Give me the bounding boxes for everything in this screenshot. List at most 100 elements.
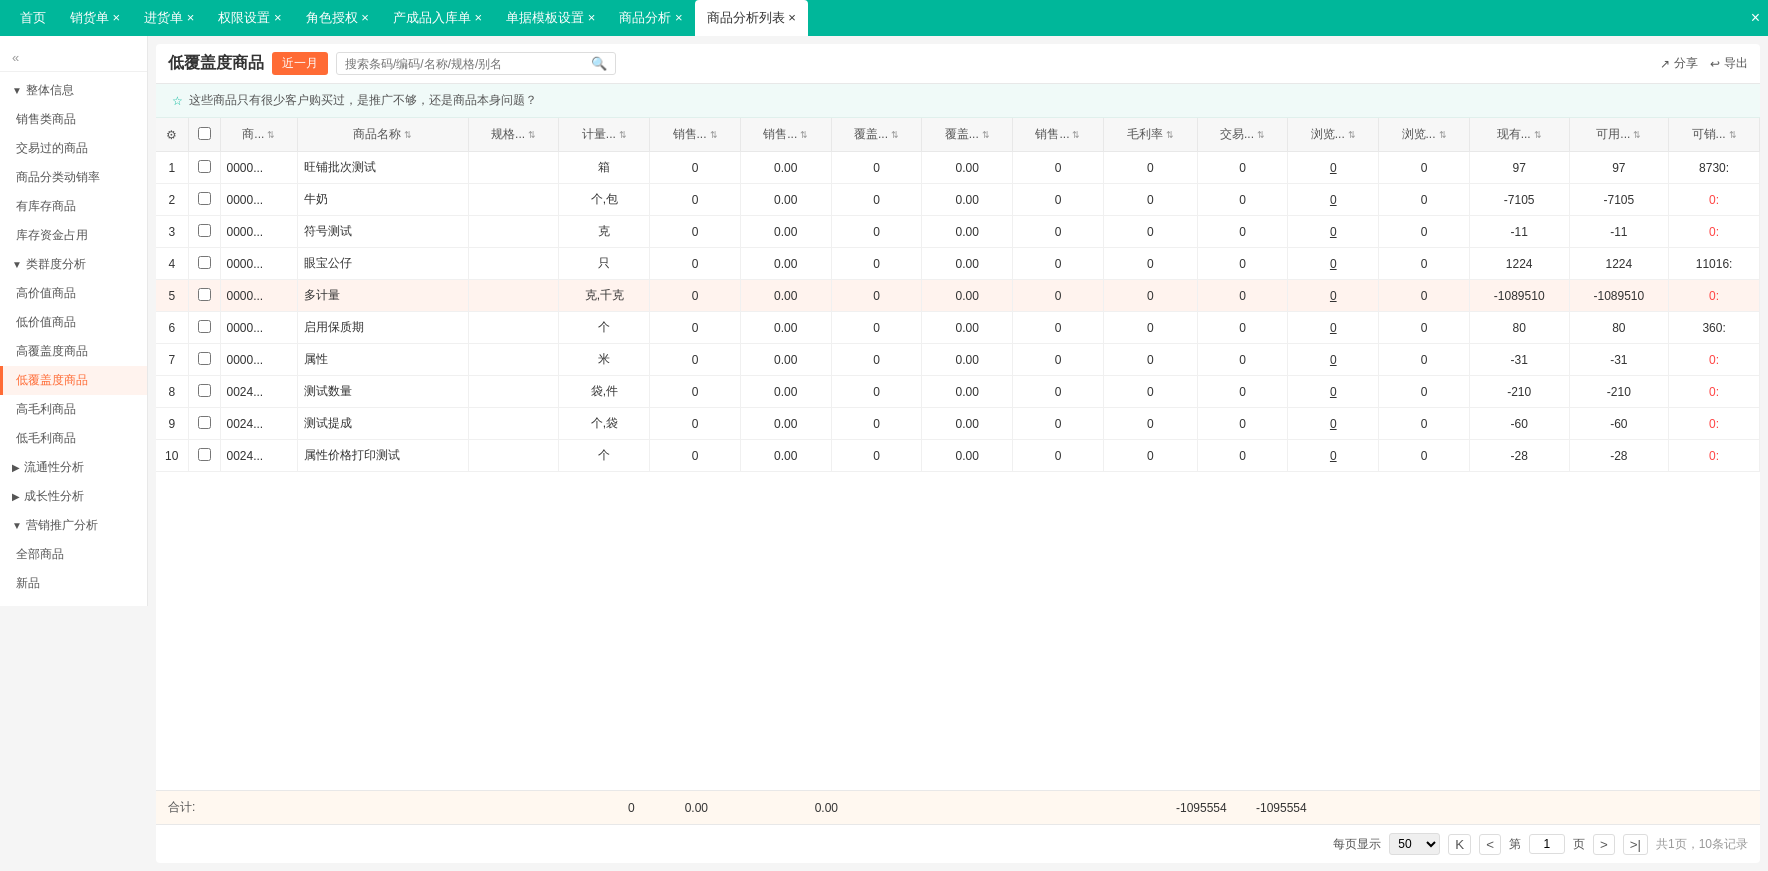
row-browse1[interactable]: 0 [1288,408,1379,440]
per-page-select[interactable]: 50 10 20 100 [1389,833,1440,855]
row-no: 9 [156,408,188,440]
col-available-stock[interactable]: 可用...⇅ [1569,118,1669,152]
close-button[interactable]: × [1751,9,1760,27]
sidebar-section-growth[interactable]: ▶ 成长性分析 [0,482,147,511]
sidebar-section-marketing[interactable]: ▼ 营销推广分析 [0,511,147,540]
sidebar-item-traded-goods[interactable]: 交易过的商品 [0,134,147,163]
row-browse1[interactable]: 0 [1288,440,1379,472]
nav-product-analysis[interactable]: 商品分析 × [607,0,694,36]
nav-product-analysis-list[interactable]: 商品分析列表 × [695,0,808,36]
col-checkbox[interactable] [188,118,220,152]
prev-page-btn[interactable]: < [1479,834,1501,855]
row-checkbox[interactable] [188,152,220,184]
row-checkbox[interactable] [188,248,220,280]
row-checkbox-input[interactable] [198,320,211,333]
nav-home[interactable]: 首页 [8,0,58,36]
sidebar-item-high-coverage[interactable]: 高覆盖度商品 [0,337,147,366]
page-number-input[interactable] [1529,834,1565,854]
row-browse1[interactable]: 0 [1288,312,1379,344]
row-checkbox[interactable] [188,312,220,344]
nav-sales-order[interactable]: 销货单 × [58,0,132,36]
row-checkbox[interactable] [188,376,220,408]
row-checkbox[interactable] [188,280,220,312]
row-available-stock: -11 [1569,216,1669,248]
row-checkbox-input[interactable] [198,256,211,269]
col-unit[interactable]: 计量...⇅ [559,118,650,152]
arrow-icon-4: ▶ [12,491,20,502]
sidebar-item-low-margin[interactable]: 低毛利商品 [0,424,147,453]
row-checkbox[interactable] [188,216,220,248]
col-sales-rate[interactable]: 销售...⇅ [1013,118,1104,152]
sidebar-item-low-coverage[interactable]: 低覆盖度商品 [0,366,147,395]
row-checkbox-input[interactable] [198,192,211,205]
col-coverage1[interactable]: 覆盖...⇅ [831,118,922,152]
select-all-checkbox[interactable] [198,127,211,140]
col-saleable[interactable]: 可销...⇅ [1669,118,1760,152]
row-checkbox-input[interactable] [198,160,211,173]
row-coverage1: 0 [831,312,922,344]
sidebar-item-stock-goods[interactable]: 有库存商品 [0,192,147,221]
sidebar-item-all-goods[interactable]: 全部商品 [0,540,147,569]
row-checkbox-input[interactable] [198,224,211,237]
row-sales-amount: 0.00 [740,216,831,248]
content-header: 低覆盖度商品 近一月 🔍 ↗ 分享 ↩ 导出 [156,44,1760,84]
first-page-btn[interactable]: K [1448,834,1471,855]
row-checkbox-input[interactable] [198,448,211,461]
col-sales-amount[interactable]: 销售...⇅ [740,118,831,152]
sidebar-section-group[interactable]: ▼ 类群度分析 [0,250,147,279]
row-unit: 克,千克 [559,280,650,312]
row-checkbox[interactable] [188,440,220,472]
row-checkbox[interactable] [188,344,220,376]
sidebar-item-high-value[interactable]: 高价值商品 [0,279,147,308]
col-settings[interactable]: ⚙ [156,118,188,152]
row-browse1[interactable]: 0 [1288,248,1379,280]
nav-purchase-order[interactable]: 进货单 × [132,0,206,36]
row-sales-rate: 0 [1013,216,1104,248]
row-checkbox-input[interactable] [198,416,211,429]
sidebar-item-new-goods[interactable]: 新品 [0,569,147,598]
row-browse1[interactable]: 0 [1288,216,1379,248]
col-current-stock[interactable]: 现有...⇅ [1469,118,1569,152]
row-browse1[interactable]: 0 [1288,152,1379,184]
sidebar-item-category-rate[interactable]: 商品分类动销率 [0,163,147,192]
row-browse1[interactable]: 0 [1288,344,1379,376]
col-code[interactable]: 商...⇅ [220,118,298,152]
share-button[interactable]: ↗ 分享 [1660,55,1698,72]
nav-template-setting[interactable]: 单据模板设置 × [494,0,607,36]
col-browse2[interactable]: 浏览...⇅ [1379,118,1470,152]
col-gross-margin[interactable]: 毛利率⇅ [1103,118,1197,152]
nav-role-auth[interactable]: 角色授权 × [294,0,381,36]
sidebar-collapse-btn[interactable]: « [12,50,19,65]
row-checkbox-input[interactable] [198,288,211,301]
sidebar-section-flow[interactable]: ▶ 流通性分析 [0,453,147,482]
col-browse1[interactable]: 浏览...⇅ [1288,118,1379,152]
sidebar-item-high-margin[interactable]: 高毛利商品 [0,395,147,424]
row-browse1[interactable]: 0 [1288,376,1379,408]
nav-permissions[interactable]: 权限设置 × [206,0,293,36]
col-spec[interactable]: 规格...⇅ [468,118,559,152]
sidebar-item-sales-goods[interactable]: 销售类商品 [0,105,147,134]
row-checkbox[interactable] [188,408,220,440]
sidebar-section-overall[interactable]: ▼ 整体信息 [0,76,147,105]
col-sales-count[interactable]: 销售...⇅ [650,118,741,152]
col-coverage2[interactable]: 覆盖...⇅ [922,118,1013,152]
per-page-label: 每页显示 [1333,836,1381,853]
col-name[interactable]: 商品名称⇅ [298,118,468,152]
row-checkbox[interactable] [188,184,220,216]
next-page-btn[interactable]: > [1593,834,1615,855]
nav-product-entry[interactable]: 产成品入库单 × [381,0,494,36]
search-input[interactable] [345,57,591,71]
row-sales-rate: 0 [1013,152,1104,184]
row-checkbox-input[interactable] [198,352,211,365]
row-gross-margin: 0 [1103,184,1197,216]
row-browse1[interactable]: 0 [1288,184,1379,216]
time-filter-button[interactable]: 近一月 [272,52,328,75]
export-button[interactable]: ↩ 导出 [1710,55,1748,72]
last-page-btn[interactable]: >| [1623,834,1648,855]
row-checkbox-input[interactable] [198,384,211,397]
row-browse1[interactable]: 0 [1288,280,1379,312]
sidebar-item-stock-capital[interactable]: 库存资金占用 [0,221,147,250]
sidebar-item-low-value[interactable]: 低价值商品 [0,308,147,337]
col-trade[interactable]: 交易...⇅ [1197,118,1288,152]
table-container[interactable]: ⚙ 商...⇅ 商品名称⇅ 规格...⇅ [156,118,1760,790]
